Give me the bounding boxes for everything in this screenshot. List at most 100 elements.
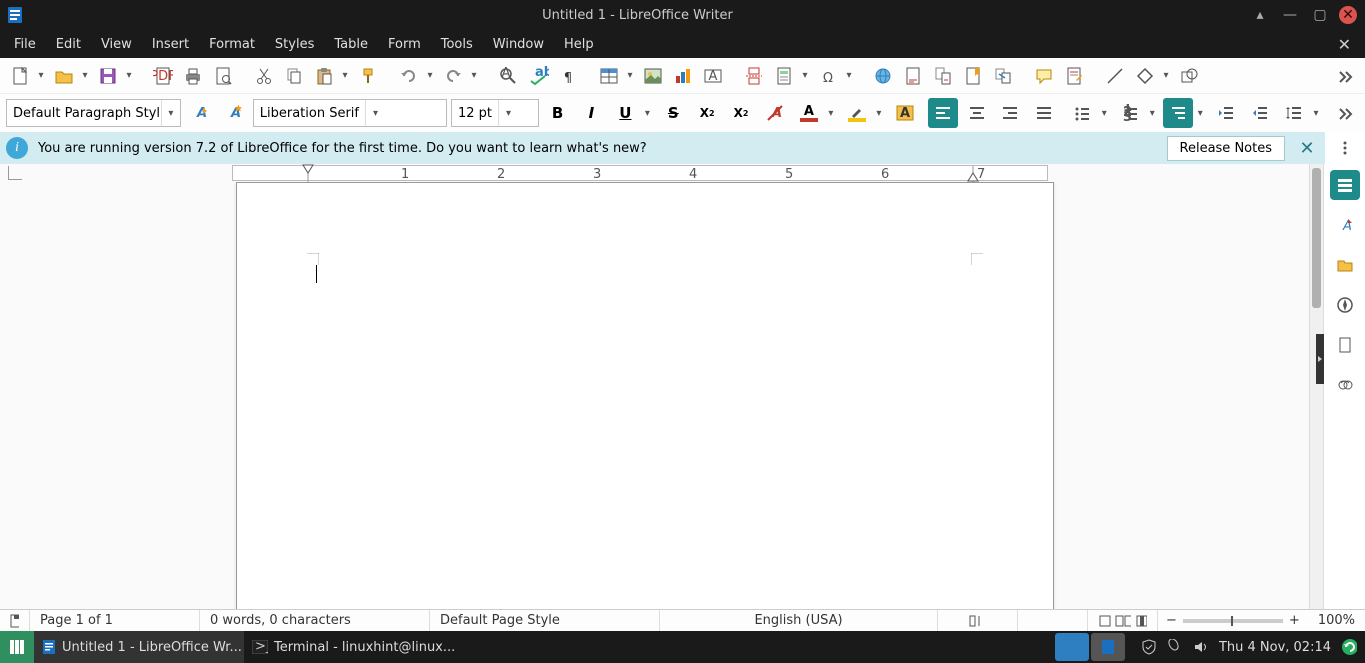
- menu-form[interactable]: Form: [378, 33, 431, 56]
- paragraph-style-arrow[interactable]: [161, 100, 180, 126]
- save-status-icon[interactable]: [0, 610, 30, 631]
- align-justify-button[interactable]: [1029, 98, 1059, 128]
- undo-dropdown[interactable]: [423, 62, 437, 90]
- numbered-list-button[interactable]: 123: [1115, 98, 1145, 128]
- menu-window[interactable]: Window: [483, 33, 554, 56]
- taskbar-item-terminal[interactable]: >_ Terminal - linuxhint@linux...: [244, 631, 454, 663]
- release-notes-button[interactable]: Release Notes: [1167, 136, 1285, 161]
- sidebar-collapse-handle[interactable]: [1316, 334, 1324, 384]
- align-right-button[interactable]: [996, 98, 1026, 128]
- sidebar-gallery-button[interactable]: [1330, 250, 1360, 280]
- vertical-scrollbar[interactable]: [1309, 164, 1323, 609]
- word-count[interactable]: 0 words, 0 characters: [200, 610, 430, 631]
- insert-symbol-dropdown[interactable]: [842, 62, 856, 90]
- open-dropdown[interactable]: [78, 62, 92, 90]
- save-button[interactable]: [94, 62, 122, 90]
- zoom-slider[interactable]: [1183, 619, 1283, 623]
- window-maximize-button[interactable]: ▢: [1305, 0, 1335, 30]
- clone-formatting-button[interactable]: [354, 62, 382, 90]
- insert-image-button[interactable]: [639, 62, 667, 90]
- outline-list-button[interactable]: [1163, 98, 1193, 128]
- tray-update-icon[interactable]: [1341, 639, 1357, 655]
- document-close-button[interactable]: ✕: [1328, 35, 1361, 54]
- new-button[interactable]: [6, 62, 34, 90]
- sidebar-settings-button[interactable]: [1325, 132, 1365, 164]
- insert-bookmark-button[interactable]: [959, 62, 987, 90]
- sidebar-navigator-button[interactable]: [1330, 290, 1360, 320]
- redo-button[interactable]: [439, 62, 467, 90]
- sidebar-properties-button[interactable]: [1330, 170, 1360, 200]
- menu-edit[interactable]: Edit: [46, 33, 91, 56]
- document-viewport[interactable]: [0, 182, 1309, 609]
- update-style-button[interactable]: A: [185, 98, 215, 128]
- redo-dropdown[interactable]: [467, 62, 481, 90]
- character-dialog-button[interactable]: A: [890, 98, 920, 128]
- insert-comment-button[interactable]: [1030, 62, 1058, 90]
- bold-button[interactable]: B: [543, 98, 573, 128]
- taskbar-item-writer[interactable]: Untitled 1 - LibreOffice Wr...: [34, 631, 244, 663]
- align-center-button[interactable]: [962, 98, 992, 128]
- highlight-color-dropdown[interactable]: [872, 98, 886, 128]
- menu-table[interactable]: Table: [324, 33, 378, 56]
- cut-button[interactable]: [250, 62, 278, 90]
- align-left-button[interactable]: [928, 98, 958, 128]
- spellcheck-button[interactable]: abc: [524, 62, 552, 90]
- line-spacing-button[interactable]: [1279, 98, 1309, 128]
- font-color-button[interactable]: A: [794, 98, 824, 128]
- formatting-overflow-button[interactable]: [1331, 99, 1359, 127]
- find-replace-button[interactable]: A: [494, 62, 522, 90]
- insert-chart-button[interactable]: [669, 62, 697, 90]
- tray-shield-icon[interactable]: [1141, 639, 1157, 655]
- basic-shapes-dropdown[interactable]: [1159, 62, 1173, 90]
- window-minimize-button[interactable]: —: [1275, 0, 1305, 30]
- font-size-arrow[interactable]: [498, 100, 518, 126]
- sidebar-style-inspector-button[interactable]: [1330, 370, 1360, 400]
- increase-indent-button[interactable]: [1211, 98, 1241, 128]
- insert-field-button[interactable]: [770, 62, 798, 90]
- tray-show-desktop[interactable]: [1055, 633, 1089, 661]
- insert-table-dropdown[interactable]: [623, 62, 637, 90]
- insert-cross-reference-button[interactable]: [989, 62, 1017, 90]
- view-layout[interactable]: [1088, 610, 1158, 631]
- italic-button[interactable]: I: [577, 98, 607, 128]
- font-name-combo[interactable]: Liberation Serif: [253, 99, 447, 127]
- menu-format[interactable]: Format: [199, 33, 265, 56]
- tray-clipboard-icon[interactable]: [1167, 639, 1183, 655]
- insert-mode[interactable]: [938, 610, 1018, 631]
- menu-help[interactable]: Help: [554, 33, 604, 56]
- language-indicator[interactable]: English (USA): [660, 610, 938, 631]
- paragraph-style-combo[interactable]: Default Paragraph Styl: [6, 99, 181, 127]
- undo-button[interactable]: [395, 62, 423, 90]
- numbered-list-dropdown[interactable]: [1145, 98, 1159, 128]
- underline-dropdown[interactable]: [640, 98, 654, 128]
- font-color-dropdown[interactable]: [824, 98, 838, 128]
- formatting-marks-button[interactable]: ¶: [554, 62, 582, 90]
- sidebar-styles-button[interactable]: A: [1330, 210, 1360, 240]
- zoom-in-button[interactable]: +: [1289, 613, 1300, 628]
- export-pdf-button[interactable]: PDF: [149, 62, 177, 90]
- outline-list-dropdown[interactable]: [1193, 98, 1207, 128]
- font-name-arrow[interactable]: [365, 100, 385, 126]
- bullet-list-dropdown[interactable]: [1097, 98, 1111, 128]
- scrollbar-thumb[interactable]: [1312, 168, 1321, 308]
- track-changes-button[interactable]: [1060, 62, 1088, 90]
- zoom-percent[interactable]: 100%: [1308, 610, 1365, 631]
- insert-hyperlink-button[interactable]: [869, 62, 897, 90]
- page-indicator[interactable]: Page 1 of 1: [30, 610, 200, 631]
- selection-mode[interactable]: [1018, 610, 1088, 631]
- start-menu-button[interactable]: [0, 631, 34, 663]
- subscript-button[interactable]: X2: [726, 98, 756, 128]
- clear-formatting-button[interactable]: A: [760, 98, 790, 128]
- print-preview-button[interactable]: [209, 62, 237, 90]
- highlight-color-button[interactable]: [842, 98, 872, 128]
- menu-styles[interactable]: Styles: [265, 33, 324, 56]
- menu-tools[interactable]: Tools: [431, 33, 483, 56]
- window-ontop-button[interactable]: ▴: [1245, 0, 1275, 30]
- menu-view[interactable]: View: [91, 33, 142, 56]
- open-button[interactable]: [50, 62, 78, 90]
- tray-clock[interactable]: Thu 4 Nov, 02:14: [1219, 640, 1331, 655]
- insert-line-button[interactable]: [1101, 62, 1129, 90]
- window-close-button[interactable]: ✕: [1339, 6, 1357, 24]
- zoom-control[interactable]: − +: [1158, 613, 1308, 628]
- menu-file[interactable]: File: [4, 33, 46, 56]
